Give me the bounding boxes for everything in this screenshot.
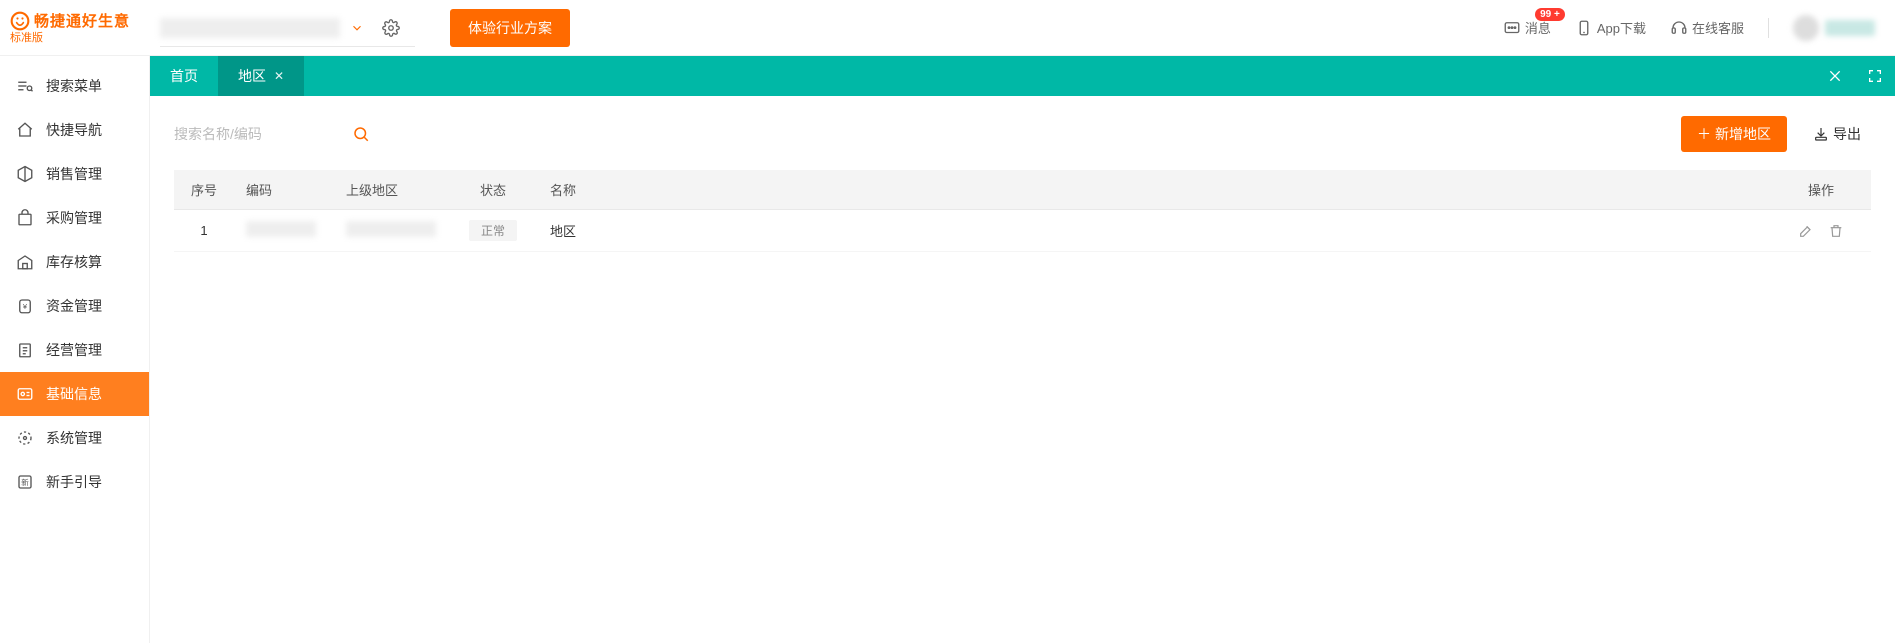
region-table: 序号 编码 上级地区 状态 名称 操作 1 正常 地区 (174, 170, 1871, 252)
th-code: 编码 (234, 170, 334, 210)
company-name (160, 18, 340, 38)
messages-button[interactable]: 消息 99 + (1503, 18, 1551, 37)
home-icon (16, 121, 34, 139)
app-download-button[interactable]: App下载 (1575, 18, 1646, 37)
sidebar-item-purchase[interactable]: 采购管理 (0, 196, 149, 240)
plus-icon: ＋ (1697, 124, 1711, 144)
svg-text:新: 新 (21, 477, 29, 487)
table-row[interactable]: 1 正常 地区 (174, 210, 1871, 252)
sidebar-item-label: 新手引导 (46, 472, 102, 492)
messages-badge: 99 + (1535, 8, 1565, 21)
clipboard-icon (16, 341, 34, 359)
sidebar: 搜索菜单 快捷导航 销售管理 采购管理 库存核算 ¥ 资金管理 经营管理 基础信 (0, 56, 150, 643)
cell-status: 正常 (448, 210, 538, 252)
th-status: 状态 (448, 170, 538, 210)
sidebar-item-label: 库存核算 (46, 252, 102, 272)
sidebar-item-inventory[interactable]: 库存核算 (0, 240, 149, 284)
edit-icon[interactable] (1798, 223, 1814, 239)
user-menu[interactable] (1793, 15, 1875, 41)
delete-icon[interactable] (1828, 223, 1844, 239)
brand-logo: 畅捷通好生意 标准版 (0, 0, 150, 56)
sidebar-item-label: 快捷导航 (46, 120, 102, 140)
bag-icon (16, 209, 34, 227)
user-name (1825, 20, 1875, 36)
sidebar-item-sales[interactable]: 销售管理 (0, 152, 149, 196)
logo-icon (10, 11, 30, 31)
sidebar-item-label: 采购管理 (46, 208, 102, 228)
cell-ops (1771, 210, 1871, 252)
brand-name: 畅捷通好生意 (34, 10, 130, 31)
cell-code (234, 210, 334, 252)
close-icon[interactable]: ✕ (274, 69, 284, 83)
th-name: 名称 (538, 170, 1771, 210)
tab-close-all-button[interactable] (1815, 56, 1855, 96)
online-service-label: 在线客服 (1692, 18, 1744, 37)
search-input[interactable] (174, 120, 344, 148)
svg-text:¥: ¥ (23, 302, 28, 311)
search-box (174, 120, 384, 149)
tabbar: 首页 地区 ✕ (150, 56, 1895, 96)
chevron-down-icon (350, 21, 364, 35)
export-label: 导出 (1833, 124, 1861, 144)
money-icon: ¥ (16, 297, 34, 315)
cell-seq: 1 (174, 210, 234, 252)
warehouse-icon (16, 253, 34, 271)
sidebar-item-quick-nav[interactable]: 快捷导航 (0, 108, 149, 152)
company-selector[interactable] (150, 0, 410, 56)
export-button[interactable]: 导出 (1803, 116, 1871, 152)
sidebar-item-label: 系统管理 (46, 428, 102, 448)
sidebar-item-basic-info[interactable]: 基础信息 (0, 372, 149, 416)
export-icon (1813, 126, 1829, 142)
message-icon (1503, 19, 1521, 37)
sidebar-item-label: 搜索菜单 (46, 76, 102, 96)
settings-icon (16, 429, 34, 447)
cell-parent (334, 210, 448, 252)
sidebar-item-label: 基础信息 (46, 384, 102, 404)
edition-tag: 标准版 (10, 29, 150, 45)
sidebar-item-search-menu[interactable]: 搜索菜单 (0, 64, 149, 108)
gear-icon[interactable] (382, 19, 400, 37)
online-service-button[interactable]: 在线客服 (1670, 18, 1744, 37)
th-seq: 序号 (174, 170, 234, 210)
cell-name: 地区 (538, 210, 1771, 252)
avatar (1793, 15, 1819, 41)
divider (1768, 18, 1769, 38)
experience-plan-button[interactable]: 体验行业方案 (450, 9, 570, 47)
sidebar-item-label: 销售管理 (46, 164, 102, 184)
tag-icon (16, 165, 34, 183)
tab-label: 首页 (170, 66, 198, 86)
th-ops: 操作 (1771, 170, 1871, 210)
card-icon (16, 385, 34, 403)
headset-icon (1670, 19, 1688, 37)
add-region-button[interactable]: ＋ 新增地区 (1681, 116, 1787, 152)
sidebar-item-guide[interactable]: 新 新手引导 (0, 460, 149, 504)
phone-icon (1575, 19, 1593, 37)
th-parent: 上级地区 (334, 170, 448, 210)
app-download-label: App下载 (1597, 18, 1646, 37)
sidebar-item-label: 经营管理 (46, 340, 102, 360)
sidebar-item-system[interactable]: 系统管理 (0, 416, 149, 460)
fullscreen-button[interactable] (1855, 56, 1895, 96)
guide-icon: 新 (16, 473, 34, 491)
search-icon[interactable] (352, 125, 370, 143)
search-menu-icon (16, 77, 34, 95)
sidebar-item-label: 资金管理 (46, 296, 102, 316)
tab-region[interactable]: 地区 ✕ (218, 56, 304, 96)
sidebar-item-business[interactable]: 经营管理 (0, 328, 149, 372)
tab-home[interactable]: 首页 (150, 56, 218, 96)
add-region-label: 新增地区 (1715, 124, 1771, 144)
sidebar-item-finance[interactable]: ¥ 资金管理 (0, 284, 149, 328)
tab-label: 地区 (238, 66, 266, 86)
